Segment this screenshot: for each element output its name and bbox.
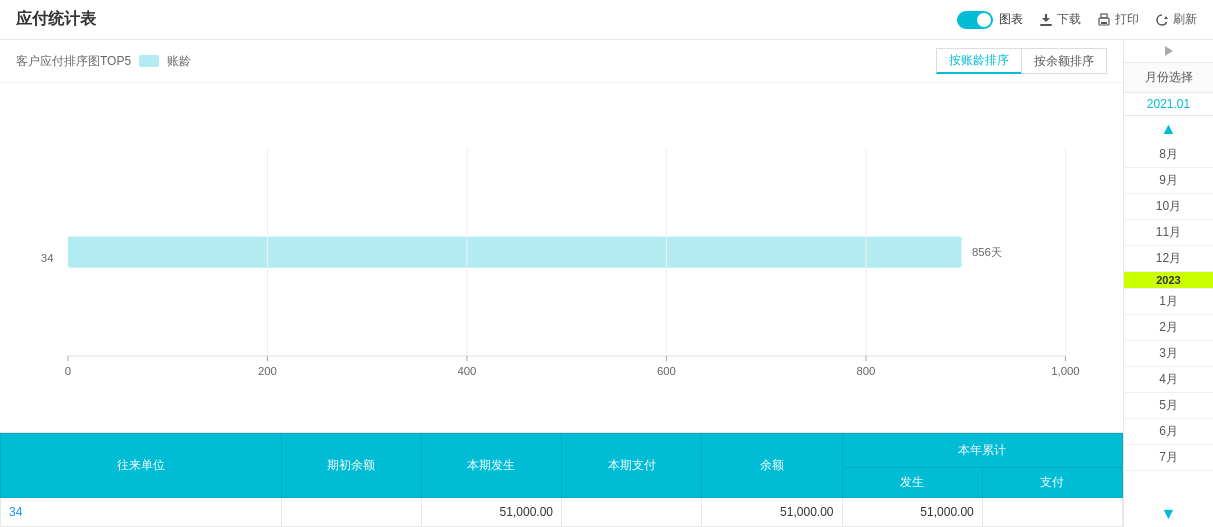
svg-rect-6	[68, 237, 962, 268]
month-sidebar: 月份选择 2021.01 ▲ 8月 9月 10月 11月 12月 2023 1月…	[1123, 40, 1213, 527]
month-list: 8月 9月 10月 11月 12月 2023 1月 2月 3月 4月 5月 6月…	[1124, 142, 1213, 501]
scroll-down-button[interactable]: ▼	[1124, 501, 1213, 527]
data-table: 往来单位 期初余额 本期发生 本期支付 余额 本年累计 发生 支付	[0, 432, 1123, 527]
legend-color-box	[139, 55, 159, 67]
sidebar-month-5[interactable]: 5月	[1124, 393, 1213, 419]
chart-content: 34 856天 0 200	[0, 83, 1123, 432]
sidebar-year[interactable]: 2021.01	[1124, 93, 1213, 116]
print-button[interactable]: 打印	[1097, 11, 1139, 28]
refresh-button[interactable]: 刷新	[1155, 11, 1197, 28]
table-row: 34 51,000.00 51,000.00 51,000.00	[1, 498, 1123, 527]
sidebar-title: 月份选择	[1124, 63, 1213, 93]
chart-toggle-wrapper: 图表	[957, 11, 1023, 29]
main-content: 客户应付排序图TOP5 账龄 按账龄排序 按余额排序 34	[0, 40, 1213, 527]
cell-balance: 51,000.00	[702, 498, 842, 527]
chart-header: 客户应付排序图TOP5 账龄 按账龄排序 按余额排序	[0, 40, 1123, 83]
sidebar-month-12[interactable]: 12月	[1124, 246, 1213, 272]
scroll-up-button[interactable]: ▲	[1124, 116, 1213, 142]
sidebar-month-3[interactable]: 3月	[1124, 341, 1213, 367]
col-header-period-balance: 期初余额	[281, 434, 421, 498]
col-header-ytd-occur: 发生	[842, 468, 982, 498]
svg-text:200: 200	[258, 365, 277, 377]
col-header-balance: 余额	[702, 434, 842, 498]
col-header-period-pay: 本期支付	[562, 434, 702, 498]
download-button[interactable]: 下载	[1039, 11, 1081, 28]
chart-svg: 34 856天 0 200	[16, 93, 1107, 432]
sidebar-collapse-button[interactable]	[1124, 40, 1213, 63]
sidebar-month-4[interactable]: 4月	[1124, 367, 1213, 393]
sort-by-balance-button[interactable]: 按余额排序	[1021, 48, 1107, 74]
header-actions: 图表 下载 打印	[957, 11, 1197, 29]
cell-unit: 34	[1, 498, 282, 527]
download-icon	[1039, 13, 1053, 27]
svg-marker-4	[1164, 16, 1168, 19]
sidebar-month-11[interactable]: 11月	[1124, 220, 1213, 246]
chart-toggle-label: 图表	[999, 11, 1023, 28]
svg-text:600: 600	[657, 365, 676, 377]
sidebar-month-9[interactable]: 9月	[1124, 168, 1213, 194]
chart-toggle[interactable]	[957, 11, 993, 29]
sidebar-month-2[interactable]: 2月	[1124, 315, 1213, 341]
sidebar-year-2023[interactable]: 2023	[1124, 272, 1213, 289]
cell-ytd-occur: 51,000.00	[842, 498, 982, 527]
up-arrow-icon: ▲	[1161, 120, 1177, 138]
refresh-icon	[1155, 13, 1169, 27]
chevron-right-icon	[1165, 46, 1173, 56]
sidebar-month-8[interactable]: 8月	[1124, 142, 1213, 168]
svg-rect-0	[1040, 24, 1052, 26]
col-header-ytd: 本年累计	[842, 434, 1123, 468]
chart-area: 客户应付排序图TOP5 账龄 按账龄排序 按余额排序 34	[0, 40, 1123, 527]
col-header-period-occur: 本期发生	[421, 434, 561, 498]
sidebar-month-7[interactable]: 7月	[1124, 445, 1213, 471]
app-header: 应付统计表 图表 下载 打印	[0, 0, 1213, 40]
down-arrow-icon: ▼	[1161, 505, 1177, 523]
svg-text:400: 400	[457, 365, 476, 377]
sidebar-month-6[interactable]: 6月	[1124, 419, 1213, 445]
svg-text:34: 34	[41, 253, 54, 265]
cell-period-pay	[562, 498, 702, 527]
svg-rect-3	[1101, 22, 1107, 24]
legend-title: 客户应付排序图TOP5	[16, 53, 131, 70]
print-icon	[1097, 13, 1111, 27]
sort-buttons: 按账龄排序 按余额排序	[936, 48, 1107, 74]
svg-text:1,000: 1,000	[1051, 365, 1080, 377]
legend-color-label: 账龄	[167, 53, 191, 70]
svg-rect-2	[1101, 14, 1107, 18]
cell-period-occur: 51,000.00	[421, 498, 561, 527]
summary-table: 往来单位 期初余额 本期发生 本期支付 余额 本年累计 发生 支付	[0, 433, 1123, 527]
page-title: 应付统计表	[16, 9, 96, 30]
col-header-unit: 往来单位	[1, 434, 282, 498]
chart-legend: 客户应付排序图TOP5 账龄	[16, 53, 191, 70]
svg-text:0: 0	[65, 365, 71, 377]
cell-period-balance	[281, 498, 421, 527]
col-header-ytd-pay: 支付	[982, 468, 1122, 498]
svg-text:856天: 856天	[972, 246, 1002, 258]
sidebar-month-1[interactable]: 1月	[1124, 289, 1213, 315]
unit-link[interactable]: 34	[9, 505, 22, 519]
svg-text:800: 800	[856, 365, 875, 377]
cell-ytd-pay	[982, 498, 1122, 527]
sort-by-age-button[interactable]: 按账龄排序	[936, 48, 1021, 74]
sidebar-month-10[interactable]: 10月	[1124, 194, 1213, 220]
